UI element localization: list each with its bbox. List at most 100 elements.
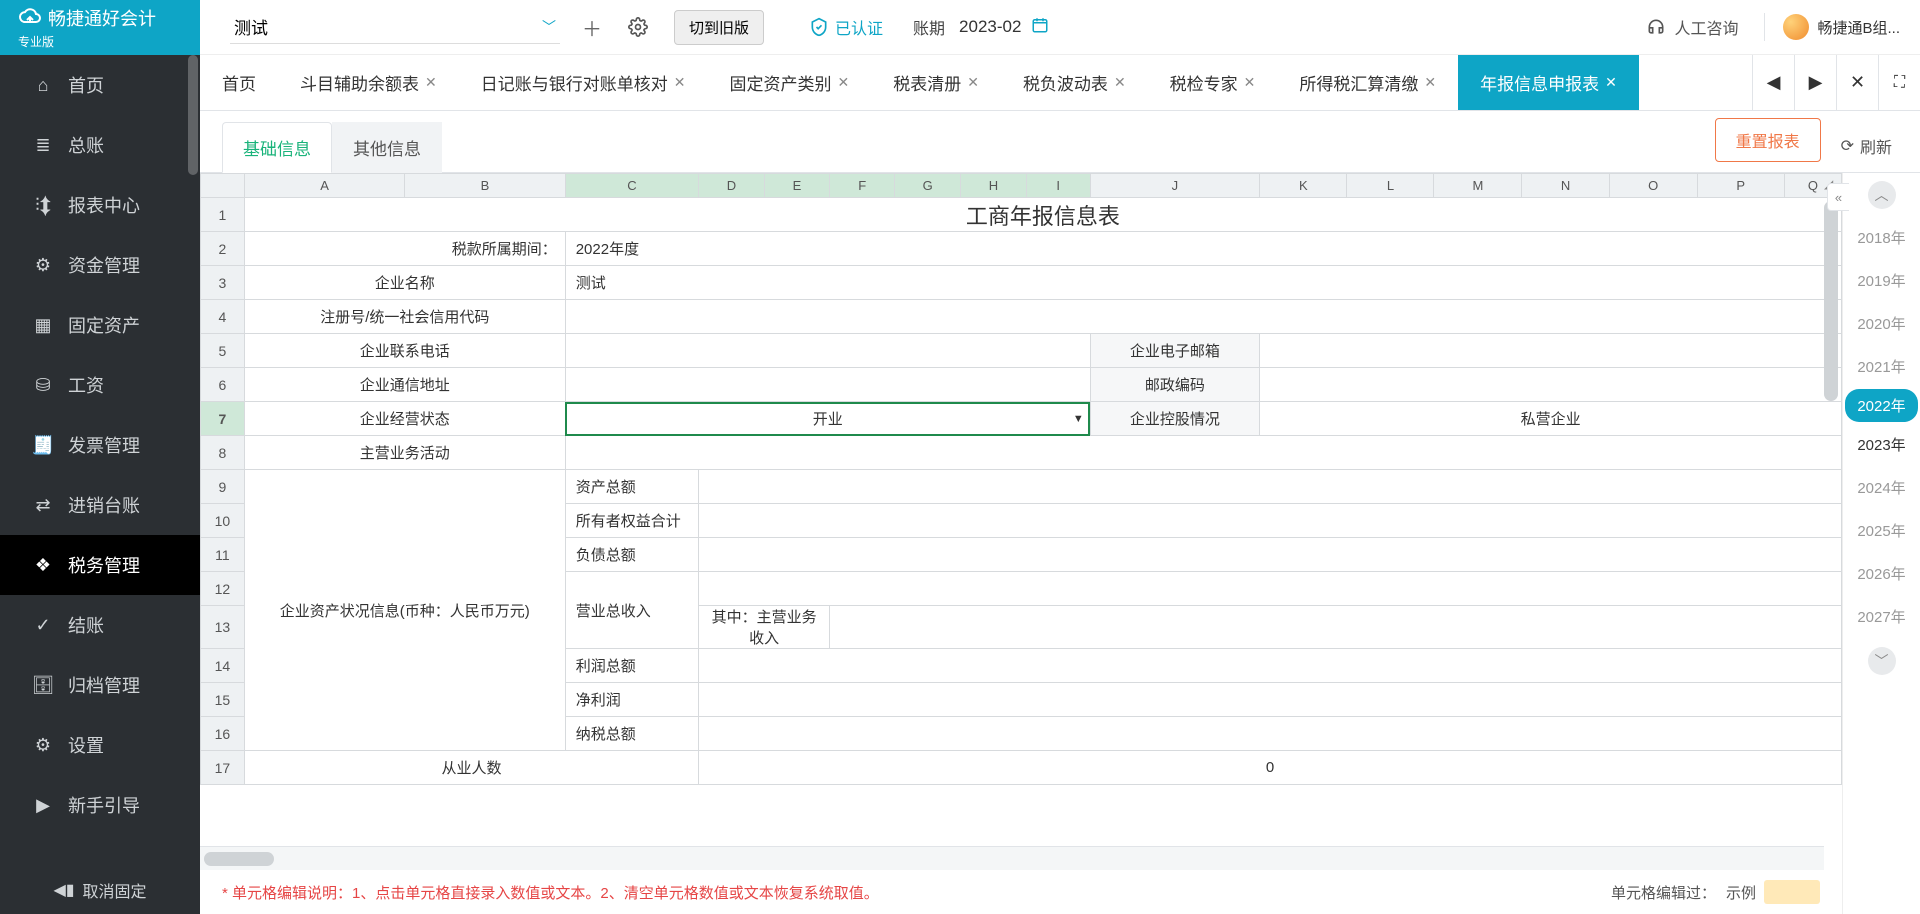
row-head[interactable]: 4 [201, 300, 245, 334]
sidebar-scrollbar[interactable] [188, 55, 198, 175]
col-head[interactable]: A [244, 174, 404, 198]
support-button[interactable]: 人工咨询 [1646, 15, 1738, 39]
cell-value[interactable] [699, 538, 1842, 572]
tab-scroll-right[interactable]: ▶ [1794, 55, 1836, 110]
year-item[interactable]: 2024年 [1857, 467, 1905, 508]
collapse-year-panel[interactable]: « [1827, 183, 1849, 211]
cell-value[interactable] [699, 572, 1842, 606]
add-button[interactable]: ＋ [578, 13, 606, 41]
sidebar-item[interactable]: 🧾发票管理 [0, 415, 200, 475]
tab[interactable]: 固定资产类别✕ [707, 55, 871, 110]
row-head[interactable]: 2 [201, 232, 245, 266]
cell-value[interactable] [1260, 368, 1842, 402]
tab[interactable]: 日记账与银行对账单核对✕ [459, 55, 708, 110]
sidebar-item[interactable]: ⌂首页 [0, 55, 200, 115]
year-item[interactable]: 2022年 [1845, 389, 1917, 422]
cell-value[interactable] [1260, 334, 1842, 368]
sidebar-item[interactable]: ❖税务管理 [0, 535, 200, 595]
cell-value[interactable] [565, 436, 1841, 470]
col-head[interactable]: P [1697, 174, 1784, 198]
tab[interactable]: 税表清册✕ [871, 55, 1001, 110]
tab[interactable]: 税负波动表✕ [1001, 55, 1148, 110]
select-all-corner[interactable] [201, 174, 245, 198]
tab-scroll-left[interactable]: ◀ [1752, 55, 1794, 110]
col-head[interactable]: K [1260, 174, 1347, 198]
col-head[interactable]: E [764, 174, 829, 198]
active-cell-dropdown[interactable]: 开业 ▼ [565, 402, 1090, 436]
row-head[interactable]: 11 [201, 538, 245, 572]
cell-value[interactable]: 测试 [565, 266, 1841, 300]
cell-value[interactable] [699, 717, 1842, 751]
spreadsheet[interactable]: ◢ ABCDEFGHIJKLMNOPQ 1 [200, 173, 1842, 846]
cell-value[interactable] [699, 649, 1842, 683]
sidebar-item[interactable]: ▦固定资产 [0, 295, 200, 355]
sidebar-item[interactable]: ⚙资金管理 [0, 235, 200, 295]
user-menu[interactable]: 畅捷通B组... [1783, 14, 1900, 40]
close-icon[interactable]: ✕ [1244, 74, 1256, 91]
cell-value[interactable]: 2022年度 [565, 232, 1841, 266]
cell-value[interactable] [565, 334, 1090, 368]
row-head[interactable]: 14 [201, 649, 245, 683]
tab[interactable]: 年报信息申报表✕ [1458, 55, 1639, 110]
sidebar-item[interactable]: ⛁工资 [0, 355, 200, 415]
col-head[interactable]: N [1522, 174, 1610, 198]
tab[interactable]: 首页 [200, 55, 278, 110]
row-head[interactable]: 17 [201, 751, 245, 785]
account-selector[interactable]: ﹀ [230, 11, 560, 44]
cell-value[interactable]: 私营企业 [1260, 402, 1842, 436]
tab[interactable]: 所得税汇算清缴✕ [1277, 55, 1458, 110]
cell-value[interactable]: 0 [699, 751, 1842, 785]
row-head[interactable]: 1 [201, 198, 245, 232]
row-head[interactable]: 9 [201, 470, 245, 504]
col-head[interactable]: M [1434, 174, 1522, 198]
col-head[interactable]: F [830, 174, 895, 198]
unpin-button[interactable]: ◀▮ 取消固定 [0, 878, 200, 902]
sheet-hscrollbar[interactable] [200, 846, 1824, 870]
row-head[interactable]: 3 [201, 266, 245, 300]
tab[interactable]: 斗目辅助余额表✕ [278, 55, 459, 110]
cell-value[interactable] [830, 606, 1842, 649]
year-item[interactable]: 2026年 [1857, 553, 1905, 594]
col-head[interactable]: L [1347, 174, 1434, 198]
reset-report-button[interactable]: 重置报表 [1715, 118, 1821, 162]
col-head[interactable]: J [1090, 174, 1259, 198]
col-head[interactable]: H [961, 174, 1027, 198]
sidebar-item[interactable]: ✓结账 [0, 595, 200, 655]
row-head[interactable]: 8 [201, 436, 245, 470]
year-item[interactable]: 2025年 [1857, 510, 1905, 551]
fullscreen-icon[interactable]: ⛶ [1878, 55, 1920, 110]
sidebar-item[interactable]: ⇄进销台账 [0, 475, 200, 535]
row-head[interactable]: 6 [201, 368, 245, 402]
sidebar-item[interactable]: ≣总账 [0, 115, 200, 175]
year-scroll-down[interactable]: ﹀ [1868, 647, 1896, 675]
tab-close-all[interactable]: ✕ [1836, 55, 1878, 110]
sidebar-item[interactable]: ⫶⬍报表中心 [0, 175, 200, 235]
cell-value[interactable] [565, 300, 1841, 334]
period-value[interactable]: 2023-02 [959, 17, 1021, 37]
row-head[interactable]: 15 [201, 683, 245, 717]
close-icon[interactable]: ✕ [674, 74, 686, 91]
sidebar-item[interactable]: 🗄归档管理 [0, 655, 200, 715]
close-icon[interactable]: ✕ [1114, 74, 1126, 91]
settings-icon[interactable] [624, 13, 652, 41]
row-head[interactable]: 5 [201, 334, 245, 368]
close-icon[interactable]: ✕ [837, 74, 849, 91]
col-head[interactable]: C [565, 174, 698, 198]
row-head[interactable]: 7 [201, 402, 245, 436]
sheet-vscrollbar[interactable] [1824, 201, 1838, 401]
year-scroll-up[interactable]: ︿ [1868, 181, 1896, 209]
year-item[interactable]: 2021年 [1857, 346, 1905, 387]
col-head[interactable]: D [699, 174, 765, 198]
refresh-button[interactable]: ⟳ 刷新 [1841, 134, 1892, 158]
calendar-icon[interactable] [1031, 16, 1049, 39]
tab[interactable]: 税检专家✕ [1148, 55, 1278, 110]
year-item[interactable]: 2023年 [1857, 424, 1905, 465]
col-head[interactable]: O [1609, 174, 1697, 198]
close-icon[interactable]: ✕ [1605, 74, 1617, 91]
sidebar-item[interactable]: ▶新手引导 [0, 775, 200, 835]
cell-value[interactable] [699, 470, 1842, 504]
close-icon[interactable]: ✕ [967, 74, 979, 91]
row-head[interactable]: 12 [201, 572, 245, 606]
row-head[interactable]: 16 [201, 717, 245, 751]
year-item[interactable]: 2020年 [1857, 303, 1905, 344]
